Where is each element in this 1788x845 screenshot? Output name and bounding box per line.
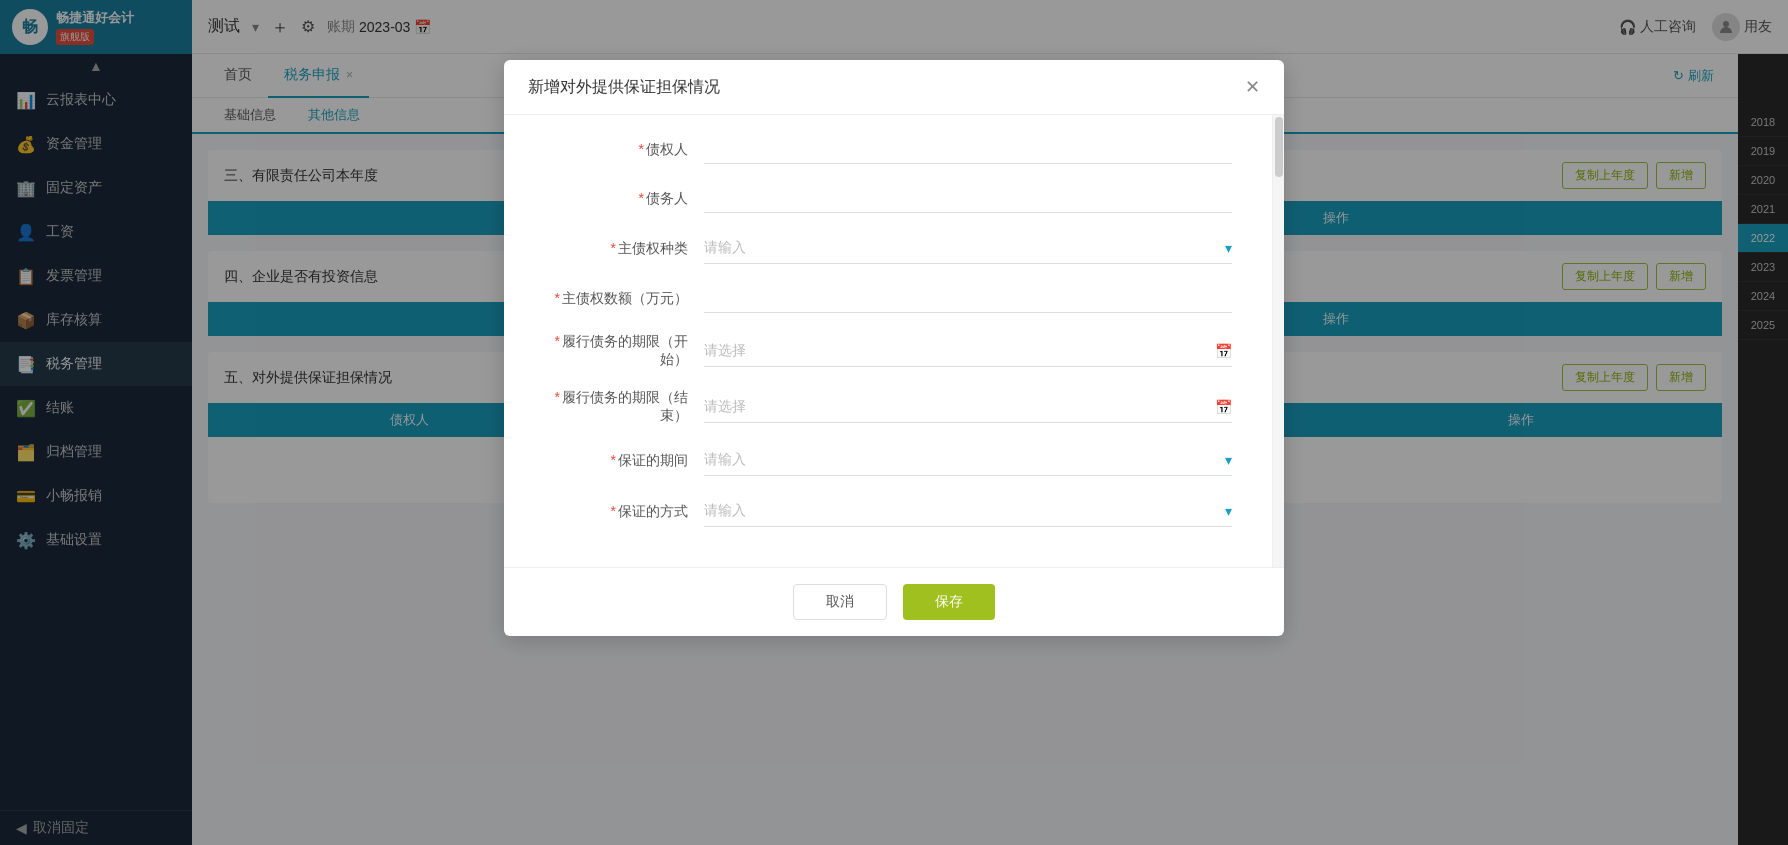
guarantee-method-select[interactable]: 请输入 ▾ — [704, 496, 1232, 527]
perform-end-calendar-icon[interactable]: 📅 — [1215, 399, 1232, 415]
guarantee-method-label: *保证的方式 — [544, 503, 704, 521]
claim-amount-input[interactable] — [704, 284, 1232, 313]
guarantee-period-select[interactable]: 请输入 ▾ — [704, 445, 1232, 476]
claim-type-value: 请输入 — [704, 239, 1225, 257]
modal-add-guarantee: 新增对外提供保证担保情况 ✕ *债权人 *债务人 — [504, 60, 1284, 636]
perform-end-picker[interactable]: 请选择 📅 — [704, 392, 1232, 423]
guarantee-period-value: 请输入 — [704, 451, 1225, 469]
claim-amount-label: *主债权数额（万元） — [544, 290, 704, 308]
form-row-perform-start: *履行债务的期限（开始） 请选择 📅 — [544, 333, 1232, 369]
creditor-input[interactable] — [704, 135, 1232, 164]
perform-start-calendar-icon[interactable]: 📅 — [1215, 343, 1232, 359]
modal-close-button[interactable]: ✕ — [1245, 76, 1260, 98]
form-row-claim-amount: *主债权数额（万元） — [544, 284, 1232, 313]
form-row-creditor: *债权人 — [544, 135, 1232, 164]
guarantee-method-value: 请输入 — [704, 502, 1225, 520]
form-row-claim-type: *主债权种类 请输入 ▾ — [544, 233, 1232, 264]
debtor-label: *债务人 — [544, 190, 704, 208]
save-button[interactable]: 保存 — [903, 584, 995, 620]
claim-type-label: *主债权种类 — [544, 240, 704, 258]
form-row-guarantee-period: *保证的期间 请输入 ▾ — [544, 445, 1232, 476]
modal-footer: 取消 保存 — [504, 567, 1284, 636]
cancel-button[interactable]: 取消 — [793, 584, 887, 620]
debtor-input[interactable] — [704, 184, 1232, 213]
perform-start-value: 请选择 — [704, 342, 1215, 360]
form-row-perform-end: *履行债务的期限（结束） 请选择 📅 — [544, 389, 1232, 425]
perform-end-label: *履行债务的期限（结束） — [544, 389, 704, 425]
modal-backdrop: 新增对外提供保证担保情况 ✕ *债权人 *债务人 — [0, 0, 1788, 845]
modal-scroll-thumb[interactable] — [1275, 117, 1283, 177]
modal-header: 新增对外提供保证担保情况 ✕ — [504, 60, 1284, 115]
modal-body: *债权人 *债务人 *主债权种类 请输入 — [504, 115, 1272, 567]
perform-end-value: 请选择 — [704, 398, 1215, 416]
creditor-label: *债权人 — [544, 141, 704, 159]
guarantee-period-label: *保证的期间 — [544, 452, 704, 470]
guarantee-period-arrow-icon[interactable]: ▾ — [1225, 452, 1232, 468]
modal-scrollbar[interactable] — [1272, 115, 1284, 567]
claim-type-select[interactable]: 请输入 ▾ — [704, 233, 1232, 264]
perform-start-picker[interactable]: 请选择 📅 — [704, 336, 1232, 367]
form-row-guarantee-method: *保证的方式 请输入 ▾ — [544, 496, 1232, 527]
form-row-debtor: *债务人 — [544, 184, 1232, 213]
guarantee-method-arrow-icon[interactable]: ▾ — [1225, 503, 1232, 519]
perform-start-label: *履行债务的期限（开始） — [544, 333, 704, 369]
claim-type-arrow-icon[interactable]: ▾ — [1225, 240, 1232, 256]
modal-title: 新增对外提供保证担保情况 — [528, 77, 720, 98]
